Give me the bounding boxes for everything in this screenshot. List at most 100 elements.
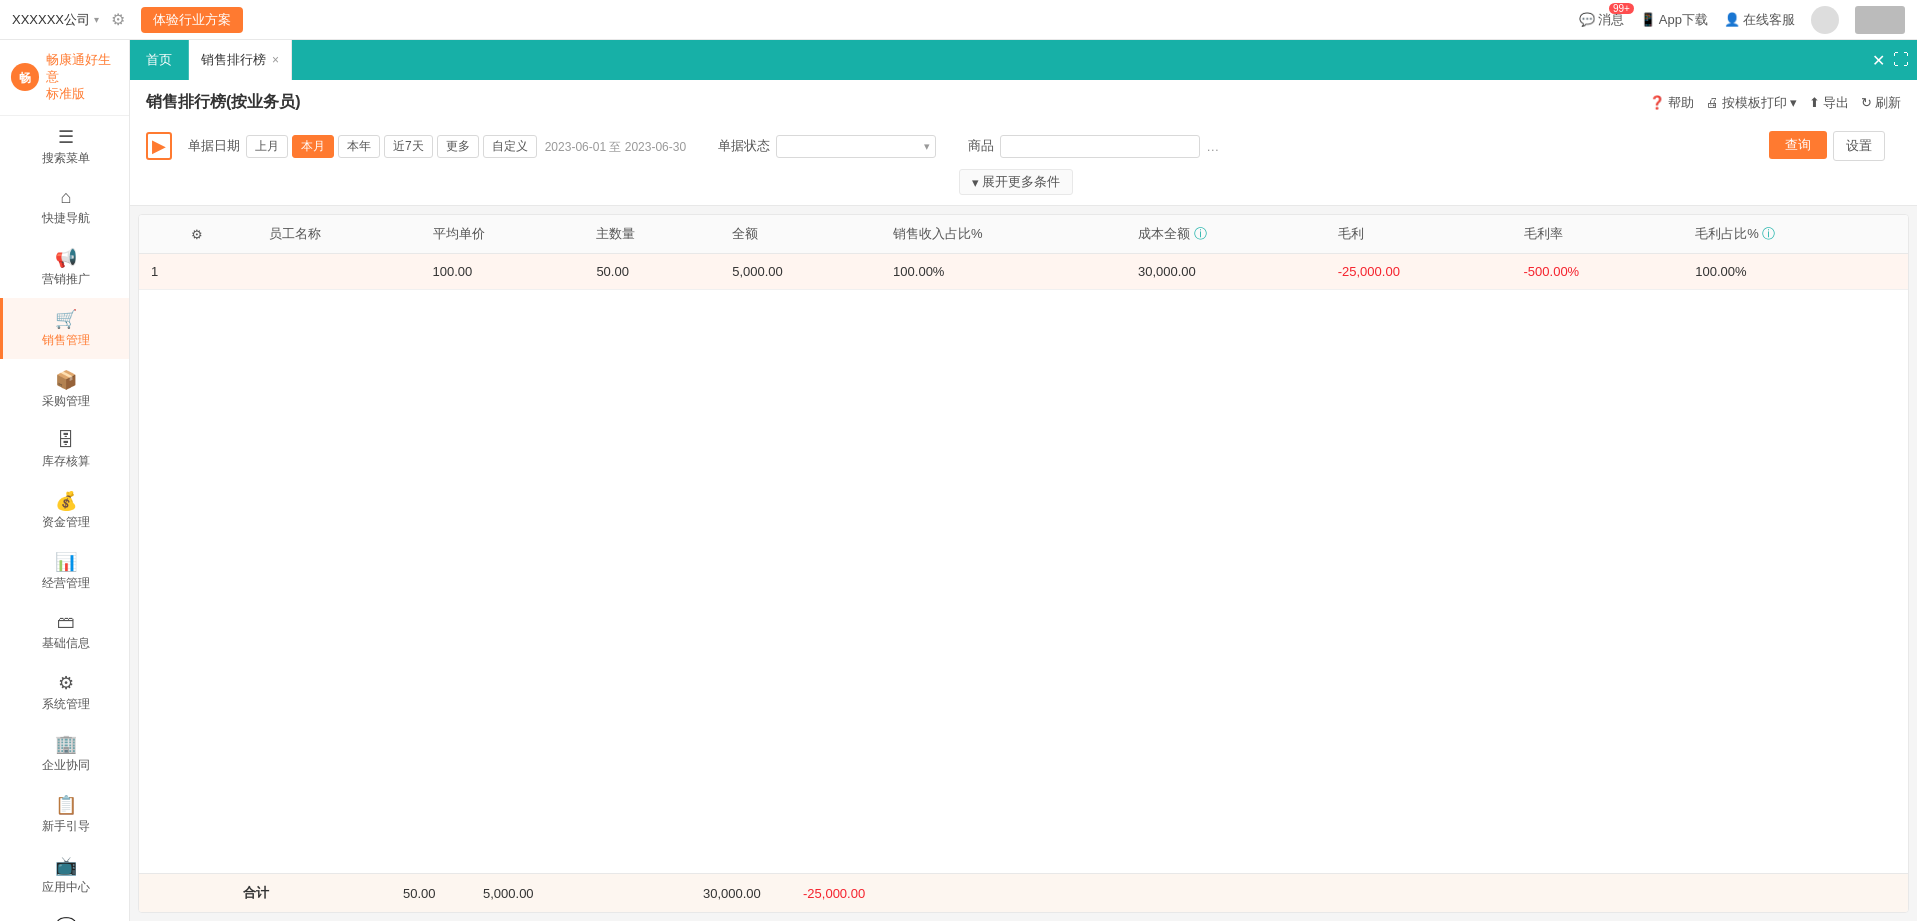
filter-status-item: 单据状态 bbox=[718, 135, 936, 158]
page-header: 销售排行榜(按业务员) ❓ 帮助 🖨 按模板打印 ▾ ⬆ bbox=[130, 80, 1917, 206]
sidebar-logo: 畅 畅康通好生意 标准版 bbox=[0, 40, 129, 116]
goods-input[interactable] bbox=[1000, 135, 1200, 158]
message-badge: 99+ bbox=[1609, 3, 1634, 14]
col-gear[interactable]: ⚙ bbox=[179, 215, 257, 254]
online-service-button[interactable]: 👤 在线客服 bbox=[1724, 11, 1795, 29]
company-selector[interactable]: XXXXXX公司 ▾ bbox=[12, 11, 99, 29]
avatar[interactable] bbox=[1811, 6, 1839, 34]
col-gross-pct: 毛利占比% ⓘ bbox=[1683, 215, 1908, 254]
sidebar-item-app-center[interactable]: 📺 应用中心 bbox=[0, 845, 129, 906]
sidebar-label-sales: 销售管理 bbox=[42, 332, 90, 349]
logo-icon: 畅 bbox=[10, 61, 40, 93]
online-service-icon: 👤 bbox=[1724, 12, 1740, 27]
filter-goods-item: 商品 … bbox=[968, 135, 1219, 158]
table-wrapper: ⚙ 员工名称 平均单价 主数量 全额 销售收入占比% 成本全额 ⓘ 毛利 毛利率… bbox=[138, 214, 1909, 913]
gross-pct-info-icon[interactable]: ⓘ bbox=[1762, 226, 1775, 241]
tab-close-window-icon[interactable]: ✕ bbox=[1872, 51, 1885, 70]
cost-info-icon[interactable]: ⓘ bbox=[1194, 226, 1207, 241]
app-download-label: App下载 bbox=[1659, 11, 1708, 29]
sidebar-label-basic-info: 基础信息 bbox=[42, 635, 90, 652]
message-button[interactable]: 💬 消息 99+ bbox=[1579, 11, 1624, 29]
company-name: XXXXXX公司 bbox=[12, 11, 90, 29]
date-btn-7days[interactable]: 近7天 bbox=[384, 135, 433, 158]
refresh-button[interactable]: ↻ 刷新 bbox=[1861, 94, 1901, 112]
sidebar-item-system[interactable]: ⚙ 系统管理 bbox=[0, 662, 129, 723]
tab-close-icon[interactable]: × bbox=[272, 53, 279, 67]
user-name[interactable] bbox=[1855, 6, 1905, 34]
sidebar-item-quick-nav[interactable]: ⌂ 快捷导航 bbox=[0, 177, 129, 237]
quick-nav-icon: ⌂ bbox=[61, 187, 72, 208]
basic-info-icon: 🗃 bbox=[57, 612, 75, 633]
sidebar-item-guide[interactable]: 📋 新手引导 bbox=[0, 784, 129, 845]
sales-icon: 🛒 bbox=[55, 308, 77, 330]
sidebar-item-basic-info[interactable]: 🗃 基础信息 bbox=[0, 602, 129, 662]
sidebar-item-sales[interactable]: 🛒 销售管理 bbox=[0, 298, 129, 359]
trial-button[interactable]: 体验行业方案 bbox=[141, 7, 243, 33]
cell-gross-pct: 100.00% bbox=[1683, 254, 1908, 290]
date-btn-this-month[interactable]: 本月 bbox=[292, 135, 334, 158]
top-bar: XXXXXX公司 ▾ ⚙ 体验行业方案 💬 消息 99+ 📱 App下载 👤 在… bbox=[0, 0, 1917, 40]
col-avg-price: 平均单价 bbox=[421, 215, 585, 254]
sidebar-label-marketing: 营销推广 bbox=[42, 271, 90, 288]
date-btn-more[interactable]: 更多 bbox=[437, 135, 479, 158]
footer-gross: -25,000.00 bbox=[791, 886, 891, 901]
guide-icon: 📋 bbox=[55, 794, 77, 816]
settings-small-button[interactable]: 设置 bbox=[1833, 131, 1885, 161]
app-download-button[interactable]: 📱 App下载 bbox=[1640, 11, 1708, 29]
sidebar-item-wechat[interactable]: 💬 企业微信 bbox=[0, 906, 129, 921]
expand-button[interactable]: ▾ 展开更多条件 bbox=[959, 169, 1073, 195]
sidebar-label-system: 系统管理 bbox=[42, 696, 90, 713]
table-footer: 合计 50.00 5,000.00 30,000.00 -25,000.00 bbox=[139, 873, 1908, 912]
operations-icon: 📊 bbox=[55, 551, 77, 573]
sidebar-label-operations: 经营管理 bbox=[42, 575, 90, 592]
print-button[interactable]: 🖨 按模板打印 ▾ bbox=[1706, 94, 1797, 112]
tab-sales-ranking-label: 销售排行榜 bbox=[201, 51, 266, 69]
sidebar-label-purchase: 采购管理 bbox=[42, 393, 90, 410]
help-label: 帮助 bbox=[1668, 94, 1694, 112]
expand-row: ▾ 展开更多条件 bbox=[146, 169, 1885, 195]
top-bar-right: 💬 消息 99+ 📱 App下载 👤 在线客服 bbox=[1579, 6, 1905, 34]
help-button[interactable]: ❓ 帮助 bbox=[1649, 94, 1694, 112]
table-header-row: ⚙ 员工名称 平均单价 主数量 全额 销售收入占比% 成本全额 ⓘ 毛利 毛利率… bbox=[139, 215, 1908, 254]
print-label: 按模板打印 bbox=[1722, 94, 1787, 112]
content-area: 首页 销售排行榜 × ✕ ⛶ 销售排行榜(按业务员) ❓ 帮助 bbox=[130, 40, 1917, 921]
filter-bar: ▶ 单据日期 上月 本月 本年 近7天 更多 自定义 bbox=[146, 121, 1901, 205]
goods-filter-label: 商品 bbox=[968, 137, 994, 155]
export-button[interactable]: ⬆ 导出 bbox=[1809, 94, 1849, 112]
cell-name bbox=[257, 254, 421, 290]
cell-amount: 5,000.00 bbox=[720, 254, 881, 290]
filter-toggle-icon[interactable]: ▶ bbox=[146, 132, 172, 160]
footer-amount: 5,000.00 bbox=[471, 886, 571, 901]
page-title-row: 销售排行榜(按业务员) ❓ 帮助 🖨 按模板打印 ▾ ⬆ bbox=[146, 92, 1901, 113]
query-button[interactable]: 查询 bbox=[1769, 131, 1827, 159]
sidebar-label-app-center: 应用中心 bbox=[42, 879, 90, 896]
status-filter-label: 单据状态 bbox=[718, 137, 770, 155]
tab-maximize-icon[interactable]: ⛶ bbox=[1893, 51, 1909, 69]
sidebar-item-purchase[interactable]: 📦 采购管理 bbox=[0, 359, 129, 420]
svg-text:畅: 畅 bbox=[19, 71, 31, 85]
system-icon: ⚙ bbox=[58, 672, 74, 694]
cell-gross: -25,000.00 bbox=[1326, 254, 1512, 290]
tab-home[interactable]: 首页 bbox=[130, 40, 189, 80]
goods-more-icon[interactable]: … bbox=[1206, 139, 1219, 154]
main-layout: 畅 畅康通好生意 标准版 ☰ 搜索菜单 ⌂ 快捷导航 📢 营销推广 🛒 销售管理… bbox=[0, 40, 1917, 921]
date-filter-label: 单据日期 bbox=[188, 137, 240, 155]
sidebar-item-marketing[interactable]: 📢 营销推广 bbox=[0, 237, 129, 298]
app-download-icon: 📱 bbox=[1640, 12, 1656, 27]
date-btn-this-year[interactable]: 本年 bbox=[338, 135, 380, 158]
sidebar-item-inventory[interactable]: 🗄 库存核算 bbox=[0, 420, 129, 480]
purchase-icon: 📦 bbox=[55, 369, 77, 391]
status-select[interactable] bbox=[776, 135, 936, 158]
tab-sales-ranking[interactable]: 销售排行榜 × bbox=[189, 40, 292, 80]
wechat-icon: 💬 bbox=[55, 916, 77, 921]
sidebar-item-search-orders[interactable]: ☰ 搜索菜单 bbox=[0, 116, 129, 177]
sidebar-label-enterprise: 企业协同 bbox=[42, 757, 90, 774]
sidebar-item-operations[interactable]: 📊 经营管理 bbox=[0, 541, 129, 602]
date-btn-last-month[interactable]: 上月 bbox=[246, 135, 288, 158]
print-icon: 🖨 bbox=[1706, 95, 1719, 110]
company-settings-icon[interactable]: ⚙ bbox=[111, 10, 125, 29]
sidebar-item-enterprise[interactable]: 🏢 企业协同 bbox=[0, 723, 129, 784]
sidebar-item-finance[interactable]: 💰 资金管理 bbox=[0, 480, 129, 541]
tab-home-label: 首页 bbox=[146, 51, 172, 69]
date-btn-custom[interactable]: 自定义 bbox=[483, 135, 537, 158]
